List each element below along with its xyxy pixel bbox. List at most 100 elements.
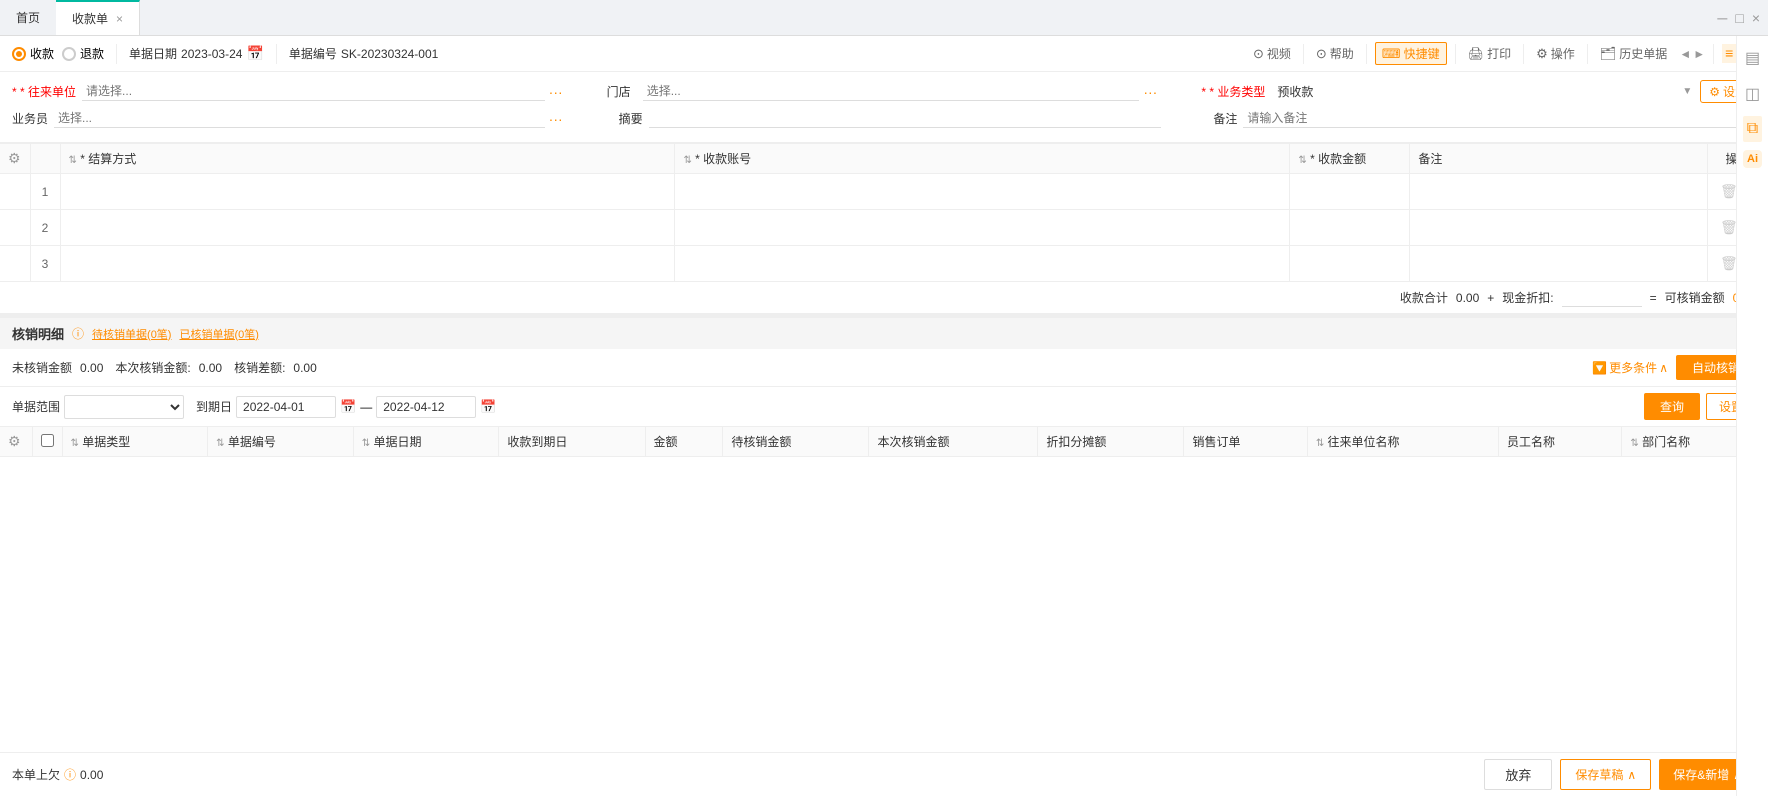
equals-sign: = <box>1650 291 1657 305</box>
bottom-col-this-time-label: 本次核销金额 <box>877 435 949 449</box>
business-type-dropdown-icon[interactable]: ▼ <box>1682 86 1700 97</box>
receipt-type-group: 收款 退款 <box>12 45 104 62</box>
form-row-1: * 往来单位 ··· 门店 ··· * 业务类型 预收款 ▼ ⚙ 设置 <box>12 80 1756 103</box>
date-end-input[interactable] <box>376 396 476 418</box>
next-arrow[interactable]: ► <box>1693 47 1705 61</box>
row-account-2[interactable] <box>675 210 1290 246</box>
footer-info-icon[interactable]: ⓘ <box>64 766 76 783</box>
minimize-icon[interactable]: ─ <box>1717 10 1727 26</box>
row-account-3[interactable] <box>675 246 1290 282</box>
radio-refund[interactable]: 退款 <box>62 45 104 62</box>
col-remark: 备注 <box>1410 144 1708 174</box>
operation-btn[interactable]: ⚙ 操作 <box>1532 43 1579 64</box>
list-view-icon[interactable]: ≡ <box>1722 44 1736 63</box>
bottom-col-this-time: 本次核销金额 <box>869 427 1038 457</box>
toolbar: 收款 退款 单据日期 2023-03-24 📅 单据编号 SK-20230324… <box>0 36 1768 72</box>
query-btn[interactable]: 查询 <box>1644 393 1700 420</box>
remark-input[interactable] <box>1243 109 1756 128</box>
counterpart-input[interactable] <box>82 82 545 101</box>
tab-active[interactable]: 收款单 × <box>56 0 140 35</box>
nav-arrows: ◄ ► <box>1679 47 1705 61</box>
history-label: 历史单据 <box>1619 45 1667 62</box>
this-time-label: 本次核销金额: <box>115 359 190 376</box>
section-info-icon[interactable]: ⓘ <box>72 325 84 342</box>
bottom-col-checkbox <box>32 427 62 457</box>
video-btn[interactable]: ⊙ 视频 <box>1249 43 1295 64</box>
row-settlement-2[interactable] <box>60 210 675 246</box>
this-time-value: 0.00 <box>199 361 222 375</box>
bottom-col-due-date-label: 收款到期日 <box>507 435 567 449</box>
remark-label: 备注 <box>1213 110 1237 127</box>
bottom-col-discount-label: 折扣分摊额 <box>1046 435 1106 449</box>
row-settlement-1[interactable] <box>60 174 675 210</box>
shop-input[interactable] <box>643 82 1140 101</box>
shortcut-btn[interactable]: ⌨ 快捷键 <box>1375 42 1447 65</box>
salesman-input[interactable] <box>54 109 545 128</box>
discard-btn[interactable]: 放弃 <box>1484 759 1552 790</box>
toolbar-right: ⊙ 视频 ⊙ 帮助 ⌨ 快捷键 🖨 打印 ⚙ 操作 <box>1249 42 1756 65</box>
business-type-value: 预收款 <box>1277 83 1313 100</box>
sidebar-icon-2[interactable]: ◫ <box>1741 80 1764 108</box>
tab-close-icon[interactable]: × <box>116 12 123 26</box>
sidebar-icon-1[interactable]: ▤ <box>1741 44 1764 72</box>
bottom-select-all[interactable] <box>41 434 54 447</box>
bottom-settings-icon[interactable]: ⚙ <box>8 433 21 449</box>
bottom-col-employee-label: 员工名称 <box>1507 435 1555 449</box>
row-account-1[interactable] <box>675 174 1290 210</box>
col-remark-label: 备注 <box>1418 152 1442 166</box>
salesman-field: 业务员 ··· <box>12 109 567 128</box>
more-conditions-btn[interactable]: 🔽 更多条件 ∧ <box>1592 359 1668 376</box>
done-label[interactable]: 已核销单据(0笔) <box>179 326 258 342</box>
counterpart-more-btn[interactable]: ··· <box>545 84 567 100</box>
prev-arrow[interactable]: ◄ <box>1679 47 1691 61</box>
abstract-input[interactable] <box>649 109 1162 128</box>
total-value: 0.00 <box>1456 291 1479 305</box>
shop-more-btn[interactable]: ··· <box>1139 84 1161 100</box>
date-label: 到期日 <box>196 398 232 415</box>
radio-receive[interactable]: 收款 <box>12 45 54 62</box>
row-amount-3[interactable] <box>1290 246 1410 282</box>
salesman-label: 业务员 <box>12 110 48 127</box>
filter-icon: 🔽 <box>1592 361 1607 375</box>
pending-label[interactable]: 待核销单据(0笔) <box>92 326 171 342</box>
calendar-icon[interactable]: 📅 <box>246 45 263 62</box>
divider-6 <box>1523 44 1524 64</box>
save-draft-btn[interactable]: 保存草稿 ∧ <box>1560 759 1651 790</box>
range-label: 单据范围 <box>12 398 60 415</box>
row-checkbox-1[interactable] <box>0 174 30 210</box>
filter-right: 🔽 更多条件 ∧ 自动核销 <box>1592 355 1756 380</box>
discount-input[interactable] <box>1562 288 1642 307</box>
bottom-col-amount: 金额 <box>645 427 723 457</box>
tab-home[interactable]: 首页 <box>0 0 56 35</box>
shop-label: 门店 <box>607 83 631 100</box>
row-checkbox-3[interactable] <box>0 246 30 282</box>
row-remark-1[interactable] <box>1410 174 1708 210</box>
close-window-icon[interactable]: × <box>1752 10 1760 26</box>
row-remark-3[interactable] <box>1410 246 1708 282</box>
help-btn[interactable]: ⊙ 帮助 <box>1312 43 1358 64</box>
row-settlement-3[interactable] <box>60 246 675 282</box>
unclaimed-value: 0.00 <box>80 361 103 375</box>
table-settings-icon[interactable]: ⚙ <box>8 150 21 166</box>
row-amount-1[interactable] <box>1290 174 1410 210</box>
footer: 本单上欠 ⓘ 0.00 放弃 保存草稿 ∧ 保存&新增 ∧ <box>0 752 1768 796</box>
diff-label: 核销差额: <box>234 359 285 376</box>
print-btn[interactable]: 🖨 打印 <box>1464 43 1516 64</box>
row-checkbox-2[interactable] <box>0 210 30 246</box>
range-select[interactable] <box>64 395 184 419</box>
row-remark-2[interactable] <box>1410 210 1708 246</box>
table-row: 3 🗑 ⧉ <box>0 246 1768 282</box>
maximize-icon[interactable]: □ <box>1735 10 1743 26</box>
net-label: 可核销金额 <box>1665 289 1725 306</box>
date-end-icon[interactable]: 📅 <box>480 399 496 415</box>
shortcut-label: 快捷键 <box>1404 45 1440 62</box>
salesman-more-btn[interactable]: ··· <box>545 111 567 127</box>
sidebar-icon-3[interactable]: ⧉ <box>1743 116 1762 142</box>
date-start-input[interactable] <box>236 396 336 418</box>
bottom-col-doc-num: ⇅ 单据编号 <box>208 427 354 457</box>
row-amount-2[interactable] <box>1290 210 1410 246</box>
sidebar-icon-ai[interactable]: Ai <box>1743 150 1762 168</box>
history-btn[interactable]: 🗂 历史单据 <box>1596 43 1672 64</box>
date-start-icon[interactable]: 📅 <box>340 399 356 415</box>
bottom-col-sales-order-label: 销售订单 <box>1192 435 1240 449</box>
